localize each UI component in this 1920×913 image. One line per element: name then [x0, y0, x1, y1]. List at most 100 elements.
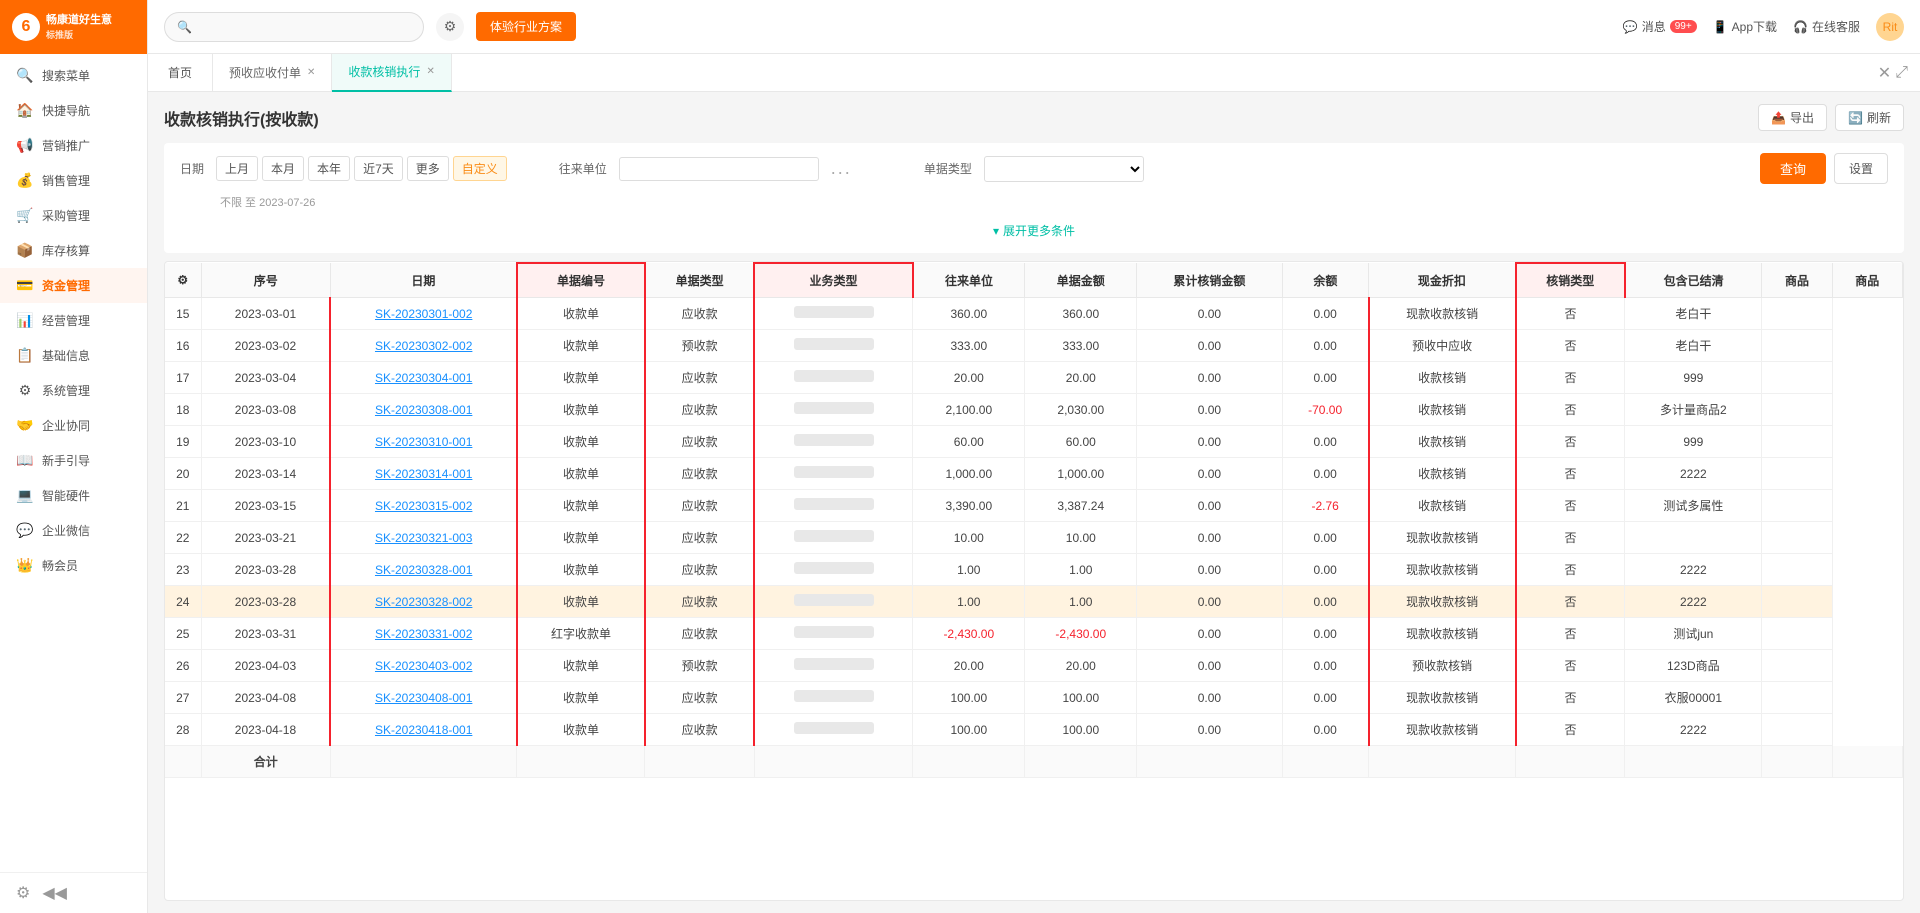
date-btn-上月[interactable]: 上月 [216, 156, 258, 181]
sidebar-item-system[interactable]: ⚙系统管理 [0, 373, 147, 408]
cell-bill_no[interactable]: SK-20230308-001 [330, 394, 516, 426]
collapse-icon[interactable]: ◀◀ [42, 883, 67, 903]
sidebar-item-hardware[interactable]: 💻智能硬件 [0, 478, 147, 513]
cell-goods2 [1762, 426, 1832, 458]
sidebar-item-collab[interactable]: 🤝企业协同 [0, 408, 147, 443]
industry-btn[interactable]: 体验行业方案 [476, 12, 576, 41]
table-row: 282023-04-18SK-20230418-001收款单应收款100.001… [165, 714, 1903, 746]
bill-link[interactable]: SK-20230328-002 [375, 595, 472, 609]
date-btn-近7天[interactable]: 近7天 [354, 156, 403, 181]
sidebar-item-sales[interactable]: 💰销售管理 [0, 163, 147, 198]
sidebar-item-member[interactable]: 👑畅会员 [0, 548, 147, 583]
sidebar-item-wechat[interactable]: 💬企业微信 [0, 513, 147, 548]
cell-bill_no[interactable]: SK-20230304-001 [330, 362, 516, 394]
cell-bill_no[interactable]: SK-20230403-002 [330, 650, 516, 682]
cell-goods: 测试jun [1625, 618, 1762, 650]
bill-link[interactable]: SK-20230403-002 [375, 659, 472, 673]
cell-amount: 333.00 [913, 330, 1025, 362]
date-btn-本年[interactable]: 本年 [308, 156, 350, 181]
cell-bill_no[interactable]: SK-20230328-002 [330, 586, 516, 618]
topbar-search-box[interactable]: 🔍 [164, 12, 424, 42]
cell-bill_no[interactable]: SK-20230314-001 [330, 458, 516, 490]
cell-include_settled: 否 [1516, 650, 1625, 682]
cell-partner [754, 458, 913, 490]
tab-close-verify[interactable]: ✕ [426, 66, 434, 77]
sidebar-item-finance[interactable]: 💳资金管理 [0, 268, 147, 303]
col-header-no: 序号 [201, 263, 330, 298]
tab-home[interactable]: 首页 [148, 54, 213, 92]
tab-close-prepay[interactable]: ✕ [307, 67, 315, 78]
bill-link[interactable]: SK-20230321-003 [375, 531, 472, 545]
tab-expand[interactable]: ⤢ [1895, 64, 1908, 82]
cell-balance: 0.00 [1137, 522, 1282, 554]
expand-bar[interactable]: ▾ 展开更多条件 [180, 218, 1888, 243]
bill-link[interactable]: SK-20230331-002 [375, 627, 472, 641]
partner-input[interactable] [619, 157, 819, 181]
sidebar: 6 畅康道好生意 标推版 🔍搜索菜单🏠快捷导航📢营销推广💰销售管理🛒采购管理📦库… [0, 0, 148, 913]
bill-link[interactable]: SK-20230302-002 [375, 339, 472, 353]
gear-button[interactable]: ⚙ [436, 13, 464, 41]
message-action[interactable]: 💬 消息 99+ [1623, 18, 1697, 35]
date-btn-自定义[interactable]: 自定义 [453, 156, 507, 181]
bill-link[interactable]: SK-20230328-001 [375, 563, 472, 577]
date-btn-更多[interactable]: 更多 [407, 156, 449, 181]
bill-link[interactable]: SK-20230314-001 [375, 467, 472, 481]
cell-bill_no[interactable]: SK-20230408-001 [330, 682, 516, 714]
cell-bill_no[interactable]: SK-20230310-001 [330, 426, 516, 458]
cell-bill_no[interactable]: SK-20230328-001 [330, 554, 516, 586]
receipt-type-select[interactable] [984, 156, 1144, 182]
tabs-bar: 首页预收应收付单✕收款核销执行✕✕⤢ [148, 54, 1920, 92]
cell-amount: 1.00 [913, 554, 1025, 586]
export-btn[interactable]: 📤 导出 [1758, 104, 1827, 131]
cell-date: 2023-04-08 [201, 682, 330, 714]
cell-goods2 [1762, 586, 1832, 618]
sidebar-item-operations[interactable]: 📊经营管理 [0, 303, 147, 338]
tab-verify[interactable]: 收款核销执行✕ [332, 54, 451, 92]
sidebar-item-guide[interactable]: 📖新手引导 [0, 443, 147, 478]
cell-bill_no[interactable]: SK-20230301-002 [330, 298, 516, 330]
nav-icon: 🏠 [16, 102, 34, 119]
cell-verify_type: 现款收款核销 [1369, 682, 1516, 714]
bill-link[interactable]: SK-20230315-002 [375, 499, 472, 513]
cell-discount: 0.00 [1282, 650, 1369, 682]
bill-link[interactable]: SK-20230301-002 [375, 307, 472, 321]
sidebar-item-marketing[interactable]: 📢营销推广 [0, 128, 147, 163]
sidebar-item-basics[interactable]: 📋基础信息 [0, 338, 147, 373]
bill-link[interactable]: SK-20230310-001 [375, 435, 472, 449]
sidebar-item-search[interactable]: 🔍搜索菜单 [0, 58, 147, 93]
cell-bill_type: 收款单 [517, 298, 645, 330]
setting-btn[interactable]: 设置 [1834, 153, 1888, 184]
cell-goods: 老白干 [1625, 298, 1762, 330]
cell-bill_no[interactable]: SK-20230302-002 [330, 330, 516, 362]
query-btn[interactable]: 查询 [1760, 153, 1826, 184]
bill-link[interactable]: SK-20230308-001 [375, 403, 472, 417]
cell-bill_no[interactable]: SK-20230315-002 [330, 490, 516, 522]
settings-icon[interactable]: ⚙ [16, 883, 30, 903]
wechat-icon: 💬 [16, 522, 34, 539]
cell-bill_no[interactable]: SK-20230331-002 [330, 618, 516, 650]
search-icon: 🔍 [177, 20, 192, 34]
user-avatar[interactable]: Rit [1876, 13, 1904, 41]
tab-prepay[interactable]: 预收应收付单✕ [213, 54, 332, 92]
online-service-action[interactable]: 🎧 在线客服 [1793, 18, 1860, 35]
bill-link[interactable]: SK-20230304-001 [375, 371, 472, 385]
sidebar-item-nav[interactable]: 🏠快捷导航 [0, 93, 147, 128]
date-btn-本月[interactable]: 本月 [262, 156, 304, 181]
cell-partner [754, 650, 913, 682]
search-input[interactable] [198, 20, 411, 34]
bill-link[interactable]: SK-20230408-001 [375, 691, 472, 705]
refresh-btn[interactable]: 🔄 刷新 [1835, 104, 1904, 131]
cell-bill_no[interactable]: SK-20230418-001 [330, 714, 516, 746]
sidebar-item-inventory[interactable]: 📦库存核算 [0, 233, 147, 268]
footer-cell-10 [1369, 746, 1516, 778]
tab-close-all[interactable]: ✕ [1878, 63, 1891, 83]
sidebar-item-purchase[interactable]: 🛒采购管理 [0, 198, 147, 233]
app-download-action[interactable]: 📱 App下载 [1713, 18, 1777, 35]
cell-include_settled: 否 [1516, 394, 1625, 426]
bill-link[interactable]: SK-20230418-001 [375, 723, 472, 737]
col-settings[interactable]: ⚙ [165, 263, 201, 298]
cell-bill_no[interactable]: SK-20230321-003 [330, 522, 516, 554]
cell-discount: 0.00 [1282, 458, 1369, 490]
date-btns: 上月本月本年近7天更多自定义 [216, 156, 507, 181]
footer-cell-6 [913, 746, 1025, 778]
